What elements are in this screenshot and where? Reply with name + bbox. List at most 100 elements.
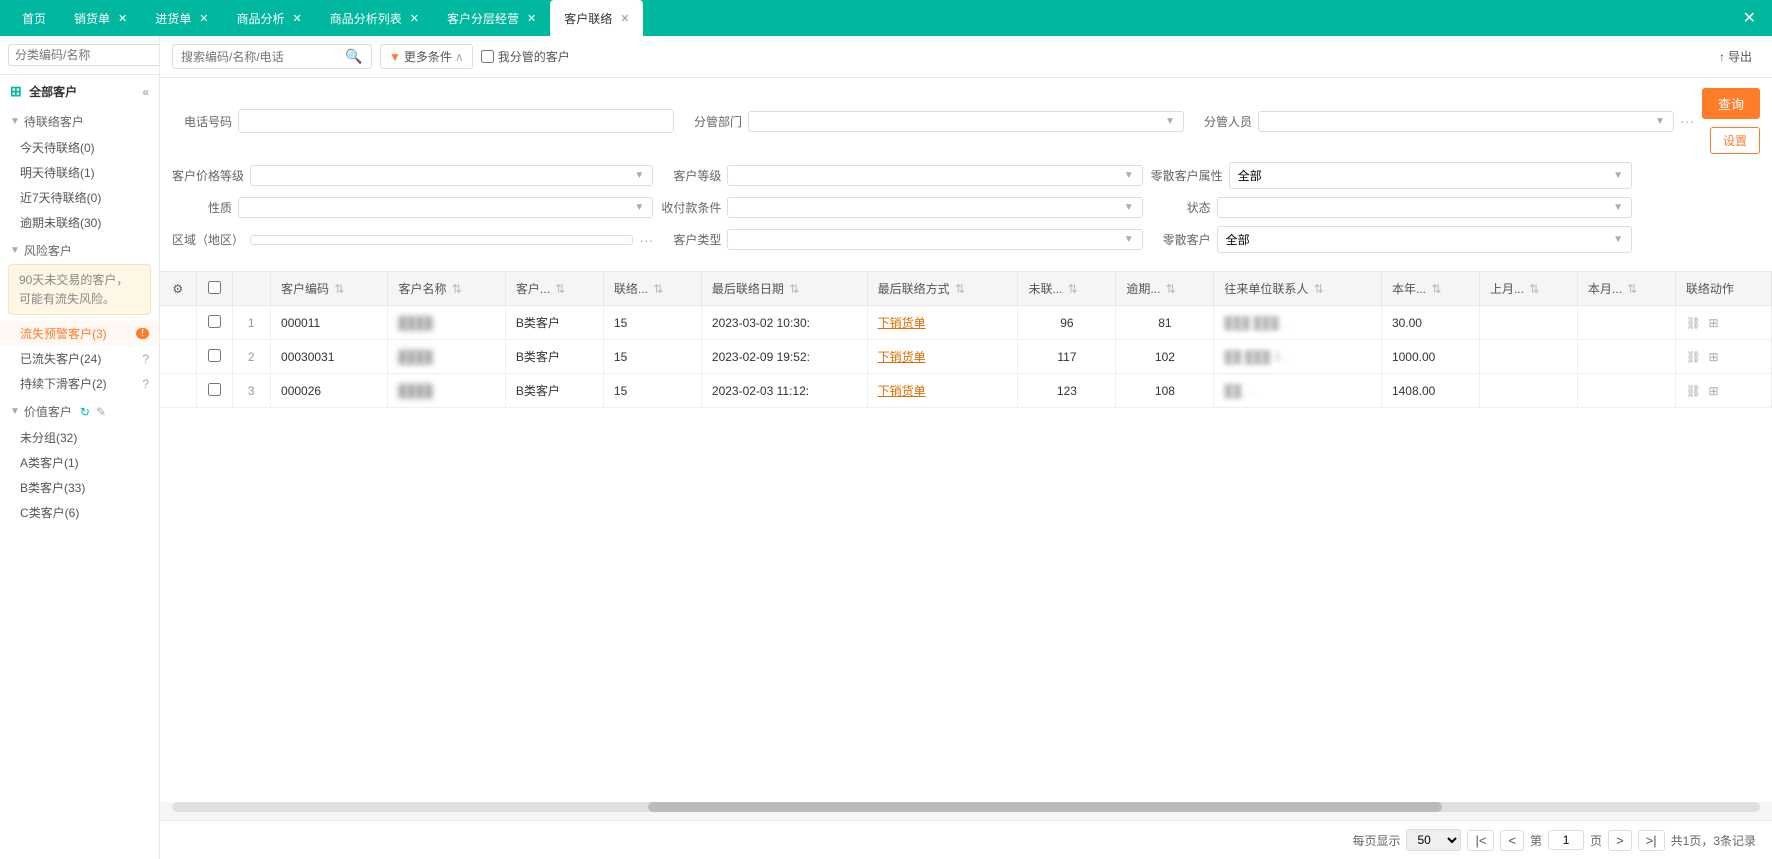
sidebar-item-today[interactable]: 今天待联络(0) (0, 135, 159, 160)
tab-customer-link-close[interactable]: ✕ (620, 12, 629, 25)
tab-home[interactable]: 首页 (8, 0, 60, 36)
th-category[interactable]: 客户... ⇅ (505, 272, 603, 306)
action-link-icon-0[interactable]: ⛓ (1686, 316, 1701, 330)
tab-sales-close[interactable]: ✕ (118, 12, 127, 25)
zero-attr-label: 零散客户属性 (1151, 167, 1223, 184)
tab-customer-link-label: 客户联络 (564, 10, 612, 27)
region-select[interactable] (250, 235, 633, 245)
filter-more-button[interactable]: ▼ 更多条件 ∧ (380, 44, 473, 69)
collapse-icon[interactable]: « (142, 85, 149, 99)
page-prev-button[interactable]: < (1500, 830, 1524, 851)
dept-label: 分管部门 (682, 113, 742, 130)
th-last-date[interactable]: 最后联络日期 ⇅ (701, 272, 867, 306)
gender-select[interactable]: ▼ (238, 197, 653, 218)
my-customers-checkbox[interactable]: 我分管的客户 (481, 48, 570, 65)
th-unit-contact[interactable]: 往来单位联系人 ⇅ (1214, 272, 1382, 306)
action-grid-icon-0[interactable]: ⊞ (1708, 316, 1718, 330)
sidebar-group-value-title[interactable]: ▼ 价值客户 ↻ ✎ (0, 398, 159, 425)
zero-cust-select[interactable]: 全部 ▼ (1217, 226, 1632, 253)
sidebar-item-churn-warning[interactable]: 流失预警客户(3) ! (0, 321, 159, 346)
th-name[interactable]: 客户名称 ⇅ (388, 272, 505, 306)
page-last-button[interactable]: >| (1638, 830, 1665, 851)
sidebar-search-input[interactable] (8, 44, 160, 66)
horizontal-scrollbar[interactable] (172, 802, 1760, 812)
tab-customer-tier[interactable]: 客户分层经营 ✕ (433, 0, 550, 36)
td-check-2[interactable] (196, 374, 232, 408)
phone-input[interactable] (238, 109, 674, 133)
sidebar-item-ungroup[interactable]: 未分组(32) (0, 425, 159, 450)
th-this-month[interactable]: 本月... ⇅ (1577, 272, 1675, 306)
th-overdue[interactable]: 逾期... ⇅ (1116, 272, 1214, 306)
th-checkbox[interactable] (208, 281, 221, 294)
person-dots[interactable]: ··· (1680, 113, 1694, 129)
tab-analysis-close[interactable]: ✕ (293, 12, 302, 25)
th-contact[interactable]: 联络... ⇅ (603, 272, 701, 306)
td-action-2[interactable]: ⛓ ⊞ (1675, 374, 1771, 408)
row-checkbox-0[interactable] (208, 315, 221, 328)
pending-group-label: 待联络客户 (24, 113, 84, 130)
page-next-button[interactable]: > (1608, 830, 1632, 851)
td-action-0[interactable]: ⛓ ⊞ (1675, 306, 1771, 340)
page-first-button[interactable]: |< (1467, 830, 1494, 851)
cust-type-select[interactable]: ▼ (727, 229, 1142, 250)
th-code[interactable]: 客户编码 ⇅ (271, 272, 388, 306)
person-select[interactable]: ▼ (1258, 111, 1674, 132)
sidebar-item-tomorrow[interactable]: 明天待联络(1) (0, 160, 159, 185)
price-tier-select[interactable]: ▼ (250, 165, 653, 186)
sidebar-group-risk-title[interactable]: ▼ 风险客户 (0, 237, 159, 264)
dept-select[interactable]: ▼ (748, 111, 1184, 132)
edit-icon[interactable]: ✎ (96, 405, 106, 419)
zero-attr-select[interactable]: 全部 ▼ (1229, 162, 1632, 189)
tab-analysis-list[interactable]: 商品分析列表 ✕ (316, 0, 433, 36)
tab-customer-tier-close[interactable]: ✕ (527, 12, 536, 25)
settings-button[interactable]: 设置 (1710, 127, 1760, 154)
sidebar-item-overdue[interactable]: 逾期未联络(30) (0, 210, 159, 235)
td-check-1[interactable] (196, 340, 232, 374)
th-settings[interactable]: ⚙ (160, 272, 196, 306)
scrollbar-thumb[interactable] (648, 802, 1442, 812)
page-input[interactable] (1548, 830, 1584, 850)
filter-search-icon[interactable]: 🔍 (345, 48, 362, 65)
export-button[interactable]: ↑ 导出 (1711, 45, 1760, 68)
tab-purchase-close[interactable]: ✕ (199, 12, 208, 25)
window-close-button[interactable]: ✕ (1735, 8, 1764, 28)
tab-analysis-list-close[interactable]: ✕ (410, 12, 419, 25)
th-last-month[interactable]: 上月... ⇅ (1479, 272, 1577, 306)
sidebar-item-churned[interactable]: 已流失客户(24) ? (0, 346, 159, 371)
row-checkbox-2[interactable] (208, 383, 221, 396)
th-check[interactable] (196, 272, 232, 306)
filter-search-input[interactable] (181, 50, 341, 64)
per-page-select[interactable]: 50 100 200 (1406, 829, 1461, 851)
tab-sales[interactable]: 销货单 ✕ (60, 0, 141, 36)
sidebar-item-7days[interactable]: 近7天待联络(0) (0, 185, 159, 210)
th-no-contact[interactable]: 未联... ⇅ (1018, 272, 1116, 306)
th-last-method[interactable]: 最后联络方式 ⇅ (867, 272, 1018, 306)
td-action-1[interactable]: ⛓ ⊞ (1675, 340, 1771, 374)
sidebar-item-declining[interactable]: 持续下滑客户(2) ? (0, 371, 159, 396)
query-button[interactable]: 查询 (1702, 88, 1760, 119)
tab-purchase[interactable]: 进货单 ✕ (141, 0, 222, 36)
action-link-icon-1[interactable]: ⛓ (1686, 350, 1701, 364)
refresh-icon[interactable]: ↻ (80, 405, 90, 419)
td-last-method-0[interactable]: 下销货单 (867, 306, 1018, 340)
sidebar-item-a-class[interactable]: A类客户(1) (0, 450, 159, 475)
region-dots[interactable]: ··· (639, 232, 653, 248)
tab-customer-link[interactable]: 客户联络 ✕ (550, 0, 643, 36)
sidebar-group-pending-title[interactable]: ▼ 待联络客户 (0, 108, 159, 135)
action-grid-icon-2[interactable]: ⊞ (1708, 384, 1718, 398)
cust-tier-select[interactable]: ▼ (727, 165, 1142, 186)
status-select[interactable]: ▼ (1217, 197, 1632, 218)
sidebar-item-b-class[interactable]: B类客户(33) (0, 475, 159, 500)
td-last-method-2[interactable]: 下销货单 (867, 374, 1018, 408)
td-last-method-1[interactable]: 下销货单 (867, 340, 1018, 374)
payment-select[interactable]: ▼ (727, 197, 1142, 218)
sidebar-item-c-class[interactable]: C类客户(6) (0, 500, 159, 525)
td-check-0[interactable] (196, 306, 232, 340)
action-grid-icon-1[interactable]: ⊞ (1708, 350, 1718, 364)
my-customers-check-input[interactable] (481, 50, 494, 63)
th-this-year[interactable]: 本年... ⇅ (1381, 272, 1479, 306)
tab-analysis[interactable]: 商品分析 ✕ (222, 0, 315, 36)
row-checkbox-1[interactable] (208, 349, 221, 362)
action-link-icon-2[interactable]: ⛓ (1686, 384, 1701, 398)
sidebar-all-customers[interactable]: ⊞ 全部客户 « (0, 75, 159, 108)
